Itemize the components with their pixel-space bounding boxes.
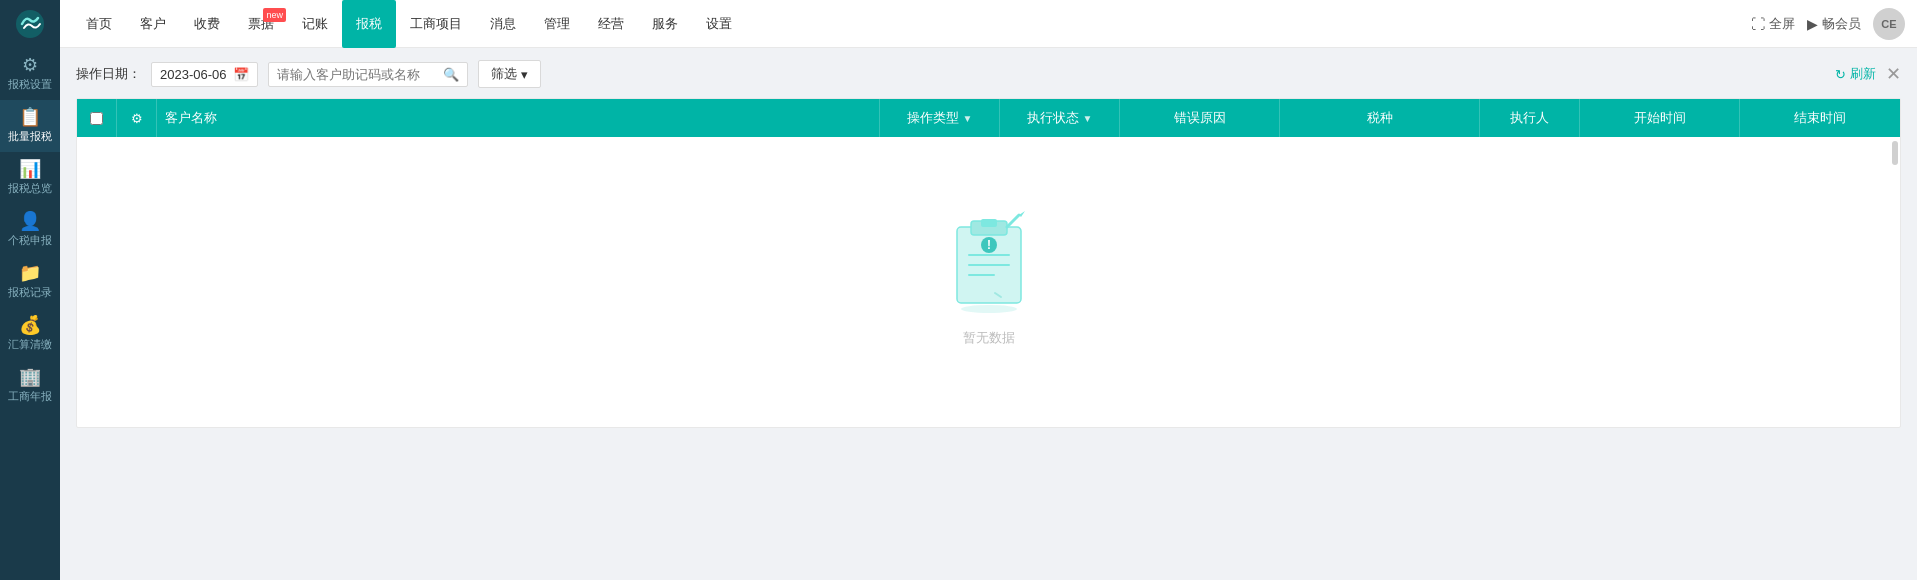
empty-illustration: ! <box>929 197 1049 317</box>
select-all-checkbox[interactable] <box>90 112 103 125</box>
refresh-button[interactable]: ↻ 刷新 <box>1835 65 1876 83</box>
scrollbar-thumb[interactable] <box>1892 141 1898 165</box>
topnav: 首页 客户 收费 票据 new 记账 报税 工商项目 消息 管理 经营 <box>60 0 1917 48</box>
sidebar-item-baoshui-shezhi[interactable]: ⚙ 报税设置 <box>0 48 60 100</box>
sidebar-item-baoshui-zonglam[interactable]: 📊 报税总览 <box>0 152 60 204</box>
empty-text: 暂无数据 <box>963 329 1015 347</box>
svg-rect-3 <box>981 219 997 227</box>
nav-xiaoxi[interactable]: 消息 <box>476 0 530 48</box>
personal-tax-icon: 👤 <box>19 212 41 230</box>
sidebar-item-huisuan-jiaona[interactable]: 💰 汇算清缴 <box>0 308 60 360</box>
th-end-time: 结束时间 <box>1740 99 1900 137</box>
nav-shoufei[interactable]: 收费 <box>180 0 234 48</box>
svg-line-9 <box>1007 215 1019 227</box>
empty-state: ! 暂无数据 <box>77 137 1900 427</box>
filter-bar-right: ↻ 刷新 ✕ <box>1835 65 1901 83</box>
table-header: ⚙ 客户名称 操作类型 ▼ 执行状态 ▼ 错误原因 税种 <box>77 99 1900 137</box>
th-op-type[interactable]: 操作类型 ▼ <box>880 99 1000 137</box>
sort-icon: ▼ <box>963 113 973 124</box>
avatar[interactable]: CE <box>1873 8 1905 40</box>
sidebar-item-gongshang-nianbao[interactable]: 🏢 工商年报 <box>0 360 60 412</box>
batch-tax-icon: 📋 <box>19 108 41 126</box>
nav-gongshang[interactable]: 工商项目 <box>396 0 476 48</box>
content: 操作日期： 2023-06-06 📅 🔍 筛选 ▾ ↻ 刷新 ✕ <box>60 48 1917 580</box>
chevron-down-icon: ▾ <box>521 67 528 82</box>
nav-shezhi[interactable]: 设置 <box>692 0 746 48</box>
th-exec-status[interactable]: 执行状态 ▼ <box>1000 99 1120 137</box>
table-body: ! 暂无数据 <box>77 137 1900 427</box>
fullscreen-icon: ⛶ <box>1751 16 1765 32</box>
th-error-reason: 错误原因 <box>1120 99 1280 137</box>
sidebar-item-baoshui-jilu[interactable]: 📁 报税记录 <box>0 256 60 308</box>
th-executor: 执行人 <box>1480 99 1580 137</box>
fullscreen-button[interactable]: ⛶ 全屏 <box>1751 15 1795 33</box>
sort-icon: ▼ <box>1083 113 1093 124</box>
filter-bar: 操作日期： 2023-06-06 📅 🔍 筛选 ▾ ↻ 刷新 ✕ <box>76 60 1901 88</box>
nav-piao[interactable]: 票据 new <box>234 0 288 48</box>
new-badge: new <box>263 8 286 22</box>
member-button[interactable]: ▶ 畅会员 <box>1807 15 1861 33</box>
sidebar-logo <box>0 0 60 48</box>
sidebar: ⚙ 报税设置 📋 批量报税 📊 报税总览 👤 个税申报 📁 报税记录 💰 汇算清… <box>0 0 60 580</box>
filter-button[interactable]: 筛选 ▾ <box>478 60 541 88</box>
nav-baoshui[interactable]: 报税 <box>342 0 396 48</box>
nav-fuwu[interactable]: 服务 <box>638 0 692 48</box>
sidebar-item-piliang-baoshui[interactable]: 📋 批量报税 <box>0 100 60 152</box>
nav-home[interactable]: 首页 <box>72 0 126 48</box>
column-settings-icon: ⚙ <box>131 111 143 126</box>
topnav-right: ⛶ 全屏 ▶ 畅会员 CE <box>1751 8 1905 40</box>
record-icon: 📁 <box>19 264 41 282</box>
nav-client[interactable]: 客户 <box>126 0 180 48</box>
th-settings[interactable]: ⚙ <box>117 99 157 137</box>
settings-icon: ⚙ <box>22 56 38 74</box>
nav-guanli[interactable]: 管理 <box>530 0 584 48</box>
calendar-icon: 📅 <box>233 67 249 82</box>
th-tax-type: 税种 <box>1280 99 1480 137</box>
video-icon: ▶ <box>1807 16 1818 32</box>
nav-jizhang[interactable]: 记账 <box>288 0 342 48</box>
svg-text:!: ! <box>987 238 991 252</box>
search-icon: 🔍 <box>443 67 459 82</box>
th-client-name: 客户名称 <box>157 99 880 137</box>
th-checkbox[interactable] <box>77 99 117 137</box>
settlement-icon: 💰 <box>19 316 41 334</box>
overview-icon: 📊 <box>19 160 41 178</box>
date-value: 2023-06-06 <box>160 67 227 82</box>
table-container: ⚙ 客户名称 操作类型 ▼ 执行状态 ▼ 错误原因 税种 <box>76 98 1901 428</box>
close-button[interactable]: ✕ <box>1886 65 1901 83</box>
main-area: 首页 客户 收费 票据 new 记账 报税 工商项目 消息 管理 经营 <box>60 0 1917 580</box>
refresh-icon: ↻ <box>1835 67 1846 82</box>
date-label: 操作日期： <box>76 65 141 83</box>
search-input[interactable] <box>277 67 437 82</box>
svg-point-12 <box>961 305 1017 313</box>
nav-jingying[interactable]: 经营 <box>584 0 638 48</box>
sidebar-item-geshui-shenbao[interactable]: 👤 个税申报 <box>0 204 60 256</box>
annual-report-icon: 🏢 <box>19 368 41 386</box>
date-picker[interactable]: 2023-06-06 📅 <box>151 62 258 87</box>
th-start-time: 开始时间 <box>1580 99 1740 137</box>
search-box[interactable]: 🔍 <box>268 62 468 87</box>
